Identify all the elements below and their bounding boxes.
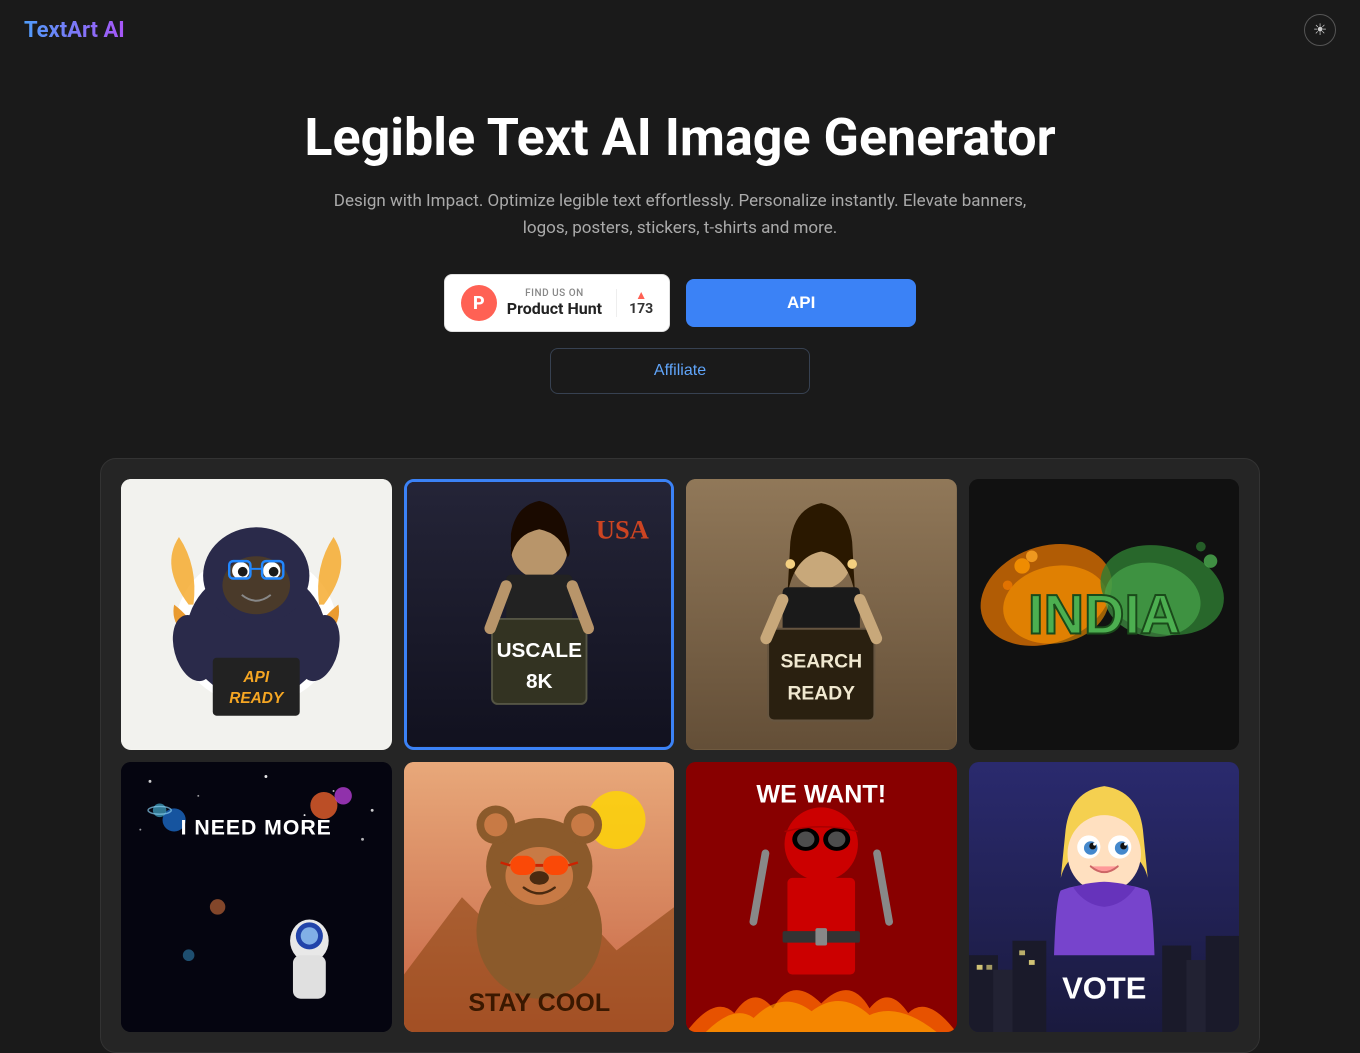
gallery-item-8-inner: VOTE xyxy=(969,762,1240,1033)
svg-text:USA: USA xyxy=(595,515,648,545)
svg-text:API: API xyxy=(242,669,269,686)
gallery-item-1-inner: API READY xyxy=(121,479,392,750)
gallery-item-5[interactable]: I NEED MORE xyxy=(121,762,392,1033)
gallery-item-5-inner: I NEED MORE xyxy=(121,762,392,1033)
product-hunt-logo: P xyxy=(461,285,497,321)
upvote-count: 173 xyxy=(629,301,653,317)
sun-icon: ☀ xyxy=(1313,20,1327,40)
gallery-item-6[interactable]: STAY COOL xyxy=(404,762,675,1033)
upvote-arrow: ▲ xyxy=(635,289,647,301)
gallery-wrapper: API READY xyxy=(100,458,1260,1053)
gallery-item-7-inner: WE WANT! xyxy=(686,762,957,1033)
svg-text:USCALE: USCALE xyxy=(496,639,582,662)
svg-text:VOTE: VOTE xyxy=(1062,970,1146,1005)
gallery-item-3-inner: SEARCH READY xyxy=(686,479,957,750)
gallery-container: API READY xyxy=(80,458,1280,1053)
logo[interactable]: TextArt AI xyxy=(24,18,125,43)
gallery-item-7[interactable]: WE WANT! xyxy=(686,762,957,1033)
svg-text:READY: READY xyxy=(787,683,855,704)
header: TextArt AI ☀ xyxy=(0,0,1360,60)
gallery-item-6-inner: STAY COOL xyxy=(404,762,675,1033)
svg-text:STAY COOL: STAY COOL xyxy=(468,989,610,1017)
hero-subtitle: Design with Impact. Optimize legible tex… xyxy=(330,188,1030,242)
product-hunt-text: FIND US ON Product Hunt xyxy=(507,288,602,318)
theme-toggle-button[interactable]: ☀ xyxy=(1304,14,1336,46)
gallery-item-4[interactable]: INDIA xyxy=(969,479,1240,750)
svg-text:INDIA: INDIA xyxy=(1028,583,1180,646)
svg-text:I NEED MORE: I NEED MORE xyxy=(181,815,332,839)
svg-text:8K: 8K xyxy=(525,670,552,693)
affiliate-row: Affiliate xyxy=(20,348,1340,394)
gallery-item-4-inner: INDIA xyxy=(969,479,1240,750)
api-button[interactable]: API xyxy=(686,279,916,327)
svg-text:READY: READY xyxy=(229,690,285,707)
affiliate-button[interactable]: Affiliate xyxy=(550,348,810,394)
svg-text:SEARCH: SEARCH xyxy=(780,652,862,673)
product-hunt-button[interactable]: P FIND US ON Product Hunt ▲ 173 xyxy=(444,274,670,332)
gallery-item-8[interactable]: VOTE xyxy=(969,762,1240,1033)
gallery-grid: API READY xyxy=(121,479,1239,1032)
gallery-item-1[interactable]: API READY xyxy=(121,479,392,750)
find-us-label: FIND US ON xyxy=(507,288,602,299)
gallery-item-3[interactable]: SEARCH READY xyxy=(686,479,957,750)
product-hunt-name: Product Hunt xyxy=(507,299,602,318)
hero-title: Legible Text AI Image Generator xyxy=(20,108,1340,168)
gallery-item-2-inner: USA USCALE 8K xyxy=(407,482,672,747)
cta-buttons-row: P FIND US ON Product Hunt ▲ 173 API xyxy=(20,274,1340,332)
hero-section: Legible Text AI Image Generator Design w… xyxy=(0,60,1360,458)
product-hunt-count: ▲ 173 xyxy=(616,289,653,317)
svg-text:WE WANT!: WE WANT! xyxy=(756,780,886,808)
gallery-item-2[interactable]: USA USCALE 8K xyxy=(404,479,675,750)
